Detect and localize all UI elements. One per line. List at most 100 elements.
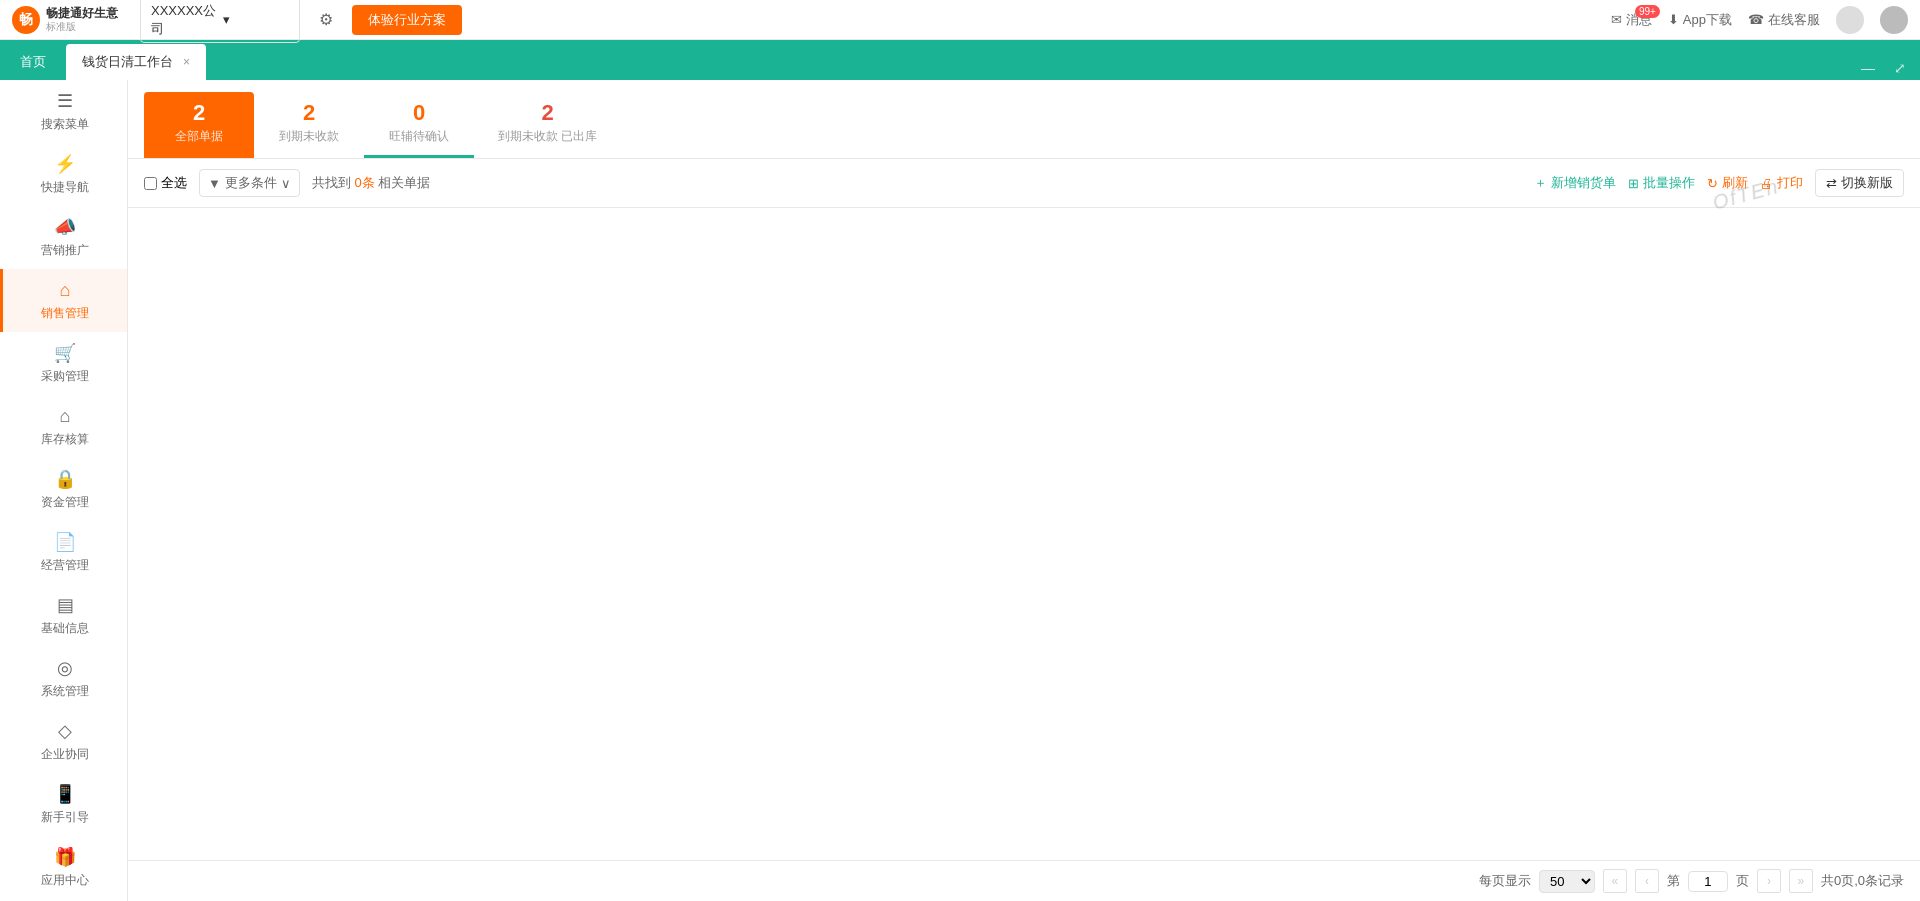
select-all-input[interactable] <box>144 177 157 190</box>
switch-label: 切换新版 <box>1841 174 1893 192</box>
add-label: 新增销货单 <box>1551 174 1616 192</box>
toolbar-right: ＋ 新增销货单 ⊞ 批量操作 ↻ 刷新 🖨 打印 ⇄ 切换新版 <box>1534 169 1904 197</box>
online-service-button[interactable]: ☎ 在线客服 <box>1748 11 1820 29</box>
page-of-label: 页 <box>1736 872 1749 890</box>
sidebar-inventory-label: 库存核算 <box>41 431 89 448</box>
select-all-label: 全选 <box>161 174 187 192</box>
sidebar-item-purchase[interactable]: 🛒 采购管理 <box>0 332 127 395</box>
stat-label-all: 全部单据 <box>175 128 223 145</box>
base-info-icon: ▤ <box>54 594 76 616</box>
page-input[interactable] <box>1688 871 1728 892</box>
print-button[interactable]: 🖨 打印 <box>1760 174 1803 192</box>
sidebar-item-base-info[interactable]: ▤ 基础信息 <box>0 584 127 647</box>
sidebar-item-quick-nav[interactable]: ⚡ 快捷导航 <box>0 143 127 206</box>
batch-label: 批量操作 <box>1643 174 1695 192</box>
user-avatar-2[interactable] <box>1880 6 1908 34</box>
page-prev-button[interactable]: ‹ <box>1635 869 1659 893</box>
switch-version-button[interactable]: ⇄ 切换新版 <box>1815 169 1904 197</box>
refresh-label: 刷新 <box>1722 174 1748 192</box>
stat-num-overdue-unpaid: 2 <box>303 100 315 126</box>
inventory-icon: ⌂ <box>54 405 76 427</box>
search-menu-icon: ☰ <box>54 90 76 112</box>
per-page-label: 每页显示 <box>1479 872 1531 890</box>
page-last-button[interactable]: » <box>1789 869 1813 893</box>
sidebar-quick-nav-label: 快捷导航 <box>41 179 89 196</box>
stat-tab-all[interactable]: 2 全部单据 <box>144 92 254 158</box>
stat-tab-overdue-unpaid[interactable]: 2 到期未收款 <box>254 92 364 158</box>
tab-bar: 首页 钱货日清工作台 × — ⤢ <box>0 40 1920 80</box>
stat-tabs: 2 全部单据 2 到期未收款 0 旺辅待确认 2 到期未收款 已出库 <box>144 92 1904 158</box>
messages-badge: 99+ <box>1635 5 1660 18</box>
app-download-button[interactable]: ⬇ App下载 <box>1668 11 1732 29</box>
switch-icon: ⇄ <box>1826 176 1837 191</box>
select-all-checkbox[interactable]: 全选 <box>144 174 187 192</box>
found-prefix: 共找到 <box>312 175 351 190</box>
sidebar-sales-label: 销售管理 <box>41 305 89 322</box>
tab-minimize-button[interactable]: — <box>1856 56 1880 80</box>
sidebar-item-operations[interactable]: 📄 经营管理 <box>0 521 127 584</box>
purchase-icon: 🛒 <box>54 342 76 364</box>
filter-label: 更多条件 <box>225 174 277 192</box>
sidebar-purchase-label: 采购管理 <box>41 368 89 385</box>
per-page-select[interactable]: 10 20 50 100 <box>1539 870 1595 893</box>
sidebar-base-info-label: 基础信息 <box>41 620 89 637</box>
sidebar-item-cooperation[interactable]: ◇ 企业协同 <box>0 710 127 773</box>
add-sale-order-button[interactable]: ＋ 新增销货单 <box>1534 174 1616 192</box>
messages-button[interactable]: ✉ 消息 99+ <box>1611 11 1652 29</box>
main-content: 2 全部单据 2 到期未收款 0 旺辅待确认 2 到期未收款 已出库 <box>128 80 1920 901</box>
logo-area: 畅 畅捷通好生意 标准版 <box>12 6 140 34</box>
sidebar-item-beginner[interactable]: 📱 新手引导 <box>0 773 127 836</box>
sidebar-item-sales[interactable]: ⌂ 销售管理 <box>0 269 127 332</box>
app-download-label: App下载 <box>1683 11 1732 29</box>
batch-icon: ⊞ <box>1628 176 1639 191</box>
refresh-button[interactable]: ↻ 刷新 <box>1707 174 1748 192</box>
page-label: 第 <box>1667 872 1680 890</box>
total-text: 共0页,0条记录 <box>1821 872 1904 890</box>
top-header: 畅 畅捷通好生意 标准版 XXXXXX公司 ▾ ⚙ 体验行业方案 ✉ 消息 99… <box>0 0 1920 40</box>
stat-tab-pending-confirm[interactable]: 0 旺辅待确认 <box>364 92 474 158</box>
found-suffix: 相关单据 <box>378 175 430 190</box>
stat-num-all: 2 <box>193 100 205 126</box>
chevron-down-icon: ▾ <box>223 12 289 27</box>
stat-label-overdue-unpaid: 到期未收款 <box>279 128 339 145</box>
filter-dropdown-icon: ∨ <box>281 176 291 191</box>
stat-label-pending-confirm: 旺辅待确认 <box>389 128 449 145</box>
tab-home[interactable]: 首页 <box>0 44 66 80</box>
sidebar-item-marketing[interactable]: 📣 营销推广 <box>0 206 127 269</box>
user-avatar[interactable] <box>1836 6 1864 34</box>
quick-nav-icon: ⚡ <box>54 153 76 175</box>
stat-tab-overdue-unshipped[interactable]: 2 到期未收款 已出库 <box>474 92 621 158</box>
company-selector[interactable]: XXXXXX公司 ▾ <box>140 0 300 43</box>
tab-maximize-button[interactable]: ⤢ <box>1888 56 1912 80</box>
sidebar-cooperation-label: 企业协同 <box>41 746 89 763</box>
batch-operation-button[interactable]: ⊞ 批量操作 <box>1628 174 1695 192</box>
tab-workbench-label: 钱货日清工作台 <box>82 53 173 71</box>
beginner-icon: 📱 <box>54 783 76 805</box>
online-service-label: 在线客服 <box>1768 11 1820 29</box>
sidebar-item-finance[interactable]: 🔒 资金管理 <box>0 458 127 521</box>
marketing-icon: 📣 <box>54 216 76 238</box>
settings-button[interactable]: ⚙ <box>312 6 340 34</box>
sidebar-item-system[interactable]: ◎ 系统管理 <box>0 647 127 710</box>
trial-button[interactable]: 体验行业方案 <box>352 5 462 35</box>
sidebar-search-menu-label: 搜索菜单 <box>41 116 89 133</box>
sidebar-item-app-center[interactable]: 🎁 应用中心 <box>0 836 127 899</box>
tab-workbench[interactable]: 钱货日清工作台 × <box>66 44 206 80</box>
print-label: 打印 <box>1777 174 1803 192</box>
page-first-button[interactable]: « <box>1603 869 1627 893</box>
stat-tabs-container: 2 全部单据 2 到期未收款 0 旺辅待确认 2 到期未收款 已出库 <box>128 80 1920 159</box>
page-next-button[interactable]: › <box>1757 869 1781 893</box>
tab-close-icon[interactable]: × <box>183 55 190 69</box>
service-icon: ☎ <box>1748 12 1764 27</box>
pagination: 每页显示 10 20 50 100 « ‹ 第 页 › » 共0页,0条记录 <box>128 860 1920 901</box>
stat-num-overdue-unshipped: 2 <box>542 100 554 126</box>
sidebar-item-inventory[interactable]: ⌂ 库存核算 <box>0 395 127 458</box>
sidebar-item-search-menu[interactable]: ☰ 搜索菜单 <box>0 80 127 143</box>
filter-button[interactable]: ▼ 更多条件 ∨ <box>199 169 300 197</box>
sidebar-app-center-label: 应用中心 <box>41 872 89 889</box>
add-icon: ＋ <box>1534 174 1547 192</box>
tab-home-label: 首页 <box>20 53 46 71</box>
sidebar-finance-label: 资金管理 <box>41 494 89 511</box>
app-sub: 标准版 <box>46 21 118 33</box>
sidebar-operations-label: 经营管理 <box>41 557 89 574</box>
